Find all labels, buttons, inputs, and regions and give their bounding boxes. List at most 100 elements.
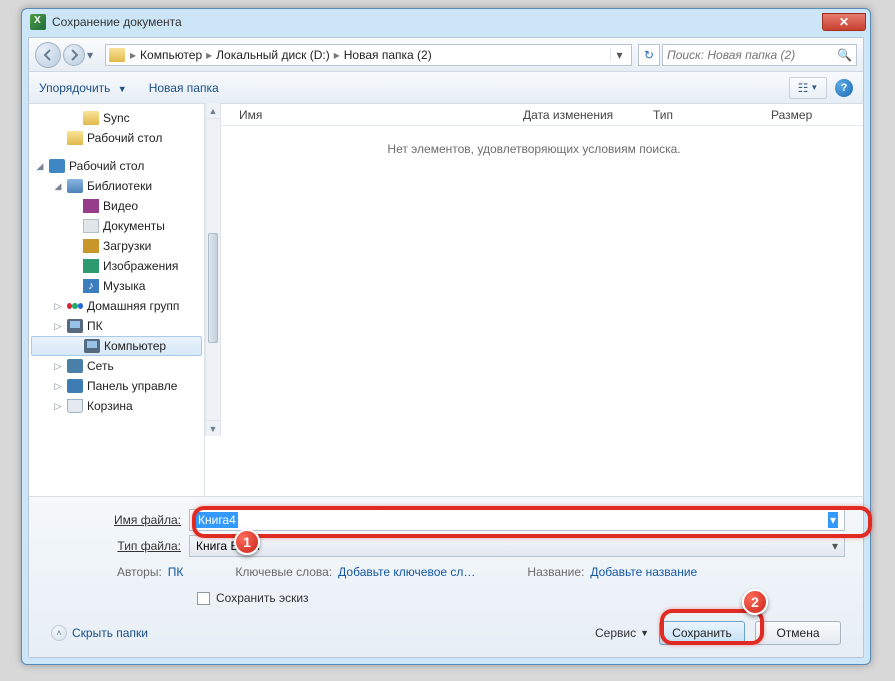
folder-icon <box>83 111 99 125</box>
sidebar-item-label: Изображения <box>103 259 178 273</box>
sidebar-item[interactable]: ▷ПК <box>29 316 204 336</box>
filename-input[interactable]: Книга4 ▾ <box>189 509 845 531</box>
column-headers[interactable]: Имя Дата изменения Тип Размер <box>205 104 863 126</box>
help-button[interactable]: ? <box>835 79 853 97</box>
sidebar-item[interactable]: ♪Музыка <box>29 276 204 296</box>
chevron-down-icon: ▼ <box>118 84 127 94</box>
sidebar-item-label: Домашняя групп <box>87 299 179 313</box>
breadcrumb-item[interactable]: Локальный диск (D:) <box>213 48 333 62</box>
close-button[interactable]: ✕ <box>822 13 866 31</box>
authors-value[interactable]: ПК <box>168 565 184 579</box>
breadcrumb-item[interactable]: Компьютер <box>137 48 205 62</box>
chevron-down-icon: ▼ <box>810 83 818 92</box>
tree-expand-icon[interactable]: ▷ <box>53 301 63 312</box>
sidebar-item[interactable]: Видео <box>29 196 204 216</box>
chevron-down-icon[interactable]: ▾ <box>828 512 838 528</box>
sidebar-item[interactable]: Sync <box>29 108 204 128</box>
sidebar-item[interactable]: ▷ Домашняя групп <box>29 296 204 316</box>
sidebar-item[interactable]: ▷ Корзина <box>29 396 204 416</box>
folder-icon <box>109 48 125 62</box>
scroll-up-icon[interactable]: ▲ <box>206 103 220 119</box>
sidebar-item[interactable]: Документы <box>29 216 204 236</box>
chevron-right-icon: ▸ <box>205 48 213 62</box>
new-folder-button[interactable]: Новая папка <box>149 81 219 95</box>
tree-collapse-icon[interactable]: ◢ <box>53 181 63 192</box>
sidebar-item-label: Загрузки <box>103 239 151 253</box>
keywords-placeholder[interactable]: Добавьте ключевое сл… <box>338 565 475 579</box>
cancel-button[interactable]: Отмена <box>755 621 841 645</box>
service-menu[interactable]: Сервис ▼ <box>595 626 649 640</box>
tree-collapse-icon[interactable]: ◢ <box>35 161 45 172</box>
sidebar-item[interactable]: ◢ Рабочий стол <box>29 156 204 176</box>
action-row: ˄ Скрыть папки Сервис ▼ Сохранить Отмена <box>47 621 845 645</box>
refresh-button[interactable]: ↻ <box>638 44 660 66</box>
net-icon <box>67 359 83 373</box>
authors-label: Авторы: <box>117 565 162 579</box>
filetype-row: Тип файла: Книга Excel ▾ <box>47 533 845 559</box>
bin-icon <box>67 399 83 413</box>
col-size[interactable]: Размер <box>763 108 843 122</box>
tree-expand-icon[interactable]: ▷ <box>53 381 63 392</box>
img-icon <box>83 259 99 273</box>
sidebar-item[interactable]: Компьютер <box>31 336 202 356</box>
col-date[interactable]: Дата изменения <box>515 108 645 122</box>
tree-expand-icon[interactable]: ▷ <box>53 401 63 412</box>
col-name[interactable]: Имя <box>205 108 515 122</box>
nav-forward-button[interactable] <box>63 44 85 66</box>
keywords-label: Ключевые слова: <box>235 565 332 579</box>
nav-history-dropdown[interactable]: ▾ <box>87 48 99 62</box>
breadcrumb-item[interactable]: Новая папка (2) <box>341 48 435 62</box>
view-mode-button[interactable]: ☷ ▼ <box>789 77 827 99</box>
doc-icon <box>83 219 99 233</box>
breadcrumb-dropdown[interactable]: ▾ <box>610 48 628 62</box>
tree-expand-icon[interactable]: ▷ <box>53 321 63 332</box>
sidebar-item-label: Корзина <box>87 399 133 413</box>
close-icon: ✕ <box>839 15 849 29</box>
hide-folders-toggle[interactable]: ˄ Скрыть папки <box>51 625 148 641</box>
save-thumbnail-label: Сохранить эскиз <box>216 591 309 605</box>
sidebar-item-label: Рабочий стол <box>69 159 144 173</box>
dialog-window: Сохранение документа ✕ ▾ ▸ Компьютер ▸ Л… <box>21 8 871 665</box>
lib-icon <box>67 179 83 193</box>
sidebar-item[interactable]: Рабочий стол <box>29 128 204 148</box>
nav-back-button[interactable] <box>35 42 61 68</box>
sidebar-item-label: Рабочий стол <box>87 131 162 145</box>
sidebar-item-label: Видео <box>103 199 138 213</box>
search-box[interactable]: 🔍 <box>662 44 857 66</box>
chevron-down-icon[interactable]: ▾ <box>832 539 838 553</box>
breadcrumb[interactable]: ▸ Компьютер ▸ Локальный диск (D:) ▸ Нова… <box>105 44 632 66</box>
toolbar: Упорядочить ▼ Новая папка ☷ ▼ ? <box>29 72 863 104</box>
nav-bar: ▾ ▸ Компьютер ▸ Локальный диск (D:) ▸ Но… <box>29 38 863 72</box>
homegroup-icon <box>67 299 83 313</box>
filename-row: Имя файла: Книга4 ▾ <box>47 507 845 533</box>
save-thumbnail-checkbox[interactable] <box>197 592 210 605</box>
sidebar[interactable]: Sync Рабочий стол ◢ Рабочий стол ◢Библиотеки… <box>29 104 205 496</box>
filetype-select[interactable]: Книга Excel ▾ <box>189 535 845 557</box>
doc-title-label: Название: <box>527 565 584 579</box>
scroll-thumb[interactable] <box>208 233 218 343</box>
chevron-up-icon: ˄ <box>51 625 67 641</box>
arrow-right-icon <box>68 49 80 61</box>
search-input[interactable] <box>667 48 837 62</box>
col-type[interactable]: Тип <box>645 108 763 122</box>
sidebar-item-label: Документы <box>103 219 165 233</box>
empty-message: Нет элементов, удовлетворяющих условиям … <box>205 142 863 156</box>
chevron-right-icon: ▸ <box>129 48 137 62</box>
sidebar-scrollbar[interactable]: ▲ ▼ <box>205 103 221 436</box>
save-button[interactable]: Сохранить <box>659 621 745 645</box>
body-area: Sync Рабочий стол ◢ Рабочий стол ◢Библиотеки… <box>29 104 863 496</box>
sidebar-item[interactable]: ▷Сеть <box>29 356 204 376</box>
sidebar-item[interactable]: Изображения <box>29 256 204 276</box>
scroll-down-icon[interactable]: ▼ <box>206 420 220 436</box>
sidebar-item-label: Музыка <box>103 279 145 293</box>
service-label: Сервис <box>595 626 636 640</box>
sidebar-item[interactable]: ◢Библиотеки <box>29 176 204 196</box>
titlebar[interactable]: Сохранение документа ✕ <box>22 9 870 35</box>
tree-expand-icon[interactable]: ▷ <box>53 361 63 372</box>
doc-title-placeholder[interactable]: Добавьте название <box>590 565 697 579</box>
organize-menu[interactable]: Упорядочить ▼ <box>39 81 127 95</box>
sidebar-item[interactable]: ▷Панель управле <box>29 376 204 396</box>
filename-value: Книга4 <box>196 512 238 528</box>
sidebar-item[interactable]: Загрузки <box>29 236 204 256</box>
excel-icon <box>30 14 46 30</box>
